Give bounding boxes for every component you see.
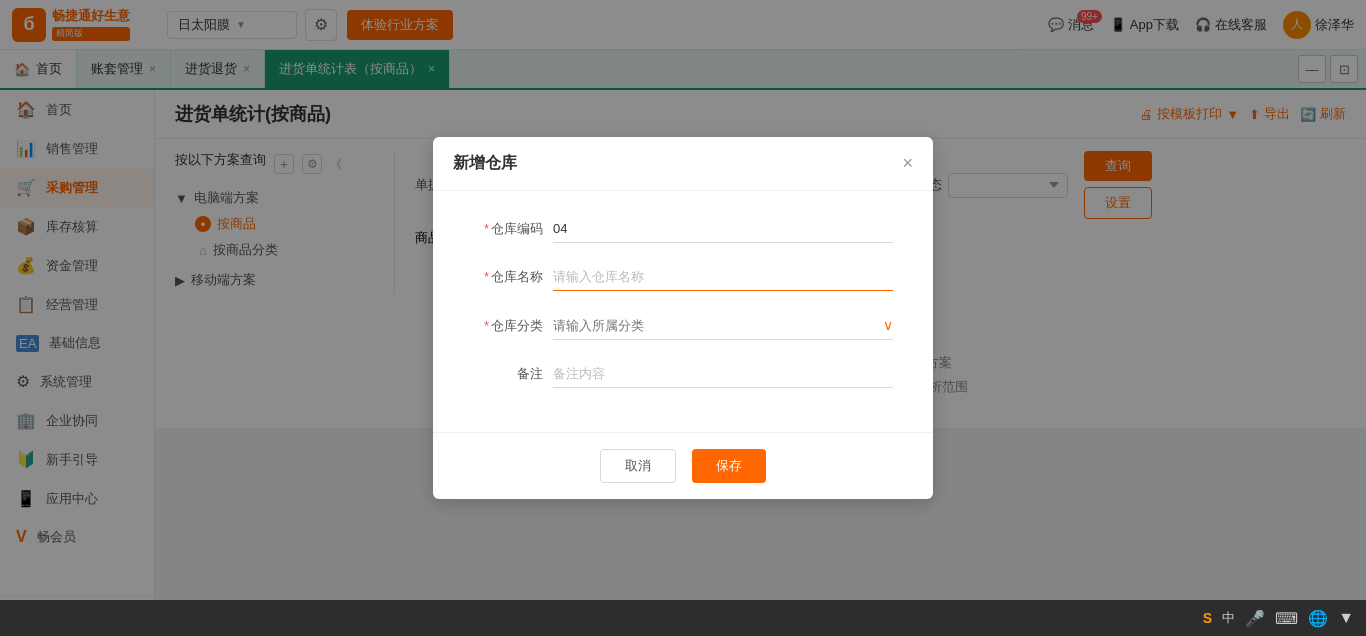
modal-body: 仓库编码 仓库名称 仓库分类 ∨ 备注 [433,191,933,432]
modal-close-icon[interactable]: × [902,153,913,174]
code-input[interactable] [553,215,893,243]
category-dropdown-icon: ∨ [883,317,893,333]
toolbar-icon[interactable]: ▼ [1338,609,1354,627]
form-row-name: 仓库名称 [473,263,893,291]
remark-label: 备注 [473,365,543,383]
keyboard-icon[interactable]: ⌨ [1275,609,1298,628]
modal-footer: 取消 保存 [433,432,933,499]
cancel-button[interactable]: 取消 [600,449,676,483]
save-button[interactable]: 保存 [692,449,766,483]
remark-input[interactable] [553,360,893,388]
form-row-code: 仓库编码 [473,215,893,243]
mic-icon[interactable]: 🎤 [1245,609,1265,628]
modal-title: 新增仓库 [453,153,517,174]
form-row-remark: 备注 [473,360,893,388]
globe-icon[interactable]: 🌐 [1308,609,1328,628]
category-select-row[interactable]: ∨ [553,311,893,340]
form-row-category: 仓库分类 ∨ [473,311,893,340]
category-input[interactable] [553,318,883,333]
category-label: 仓库分类 [473,317,543,335]
bottom-bar: S 中 🎤 ⌨ 🌐 ▼ [0,600,1366,636]
add-warehouse-modal: 新增仓库 × 仓库编码 仓库名称 仓库分类 ∨ [433,137,933,499]
modal-header: 新增仓库 × [433,137,933,191]
modal-overlay: 新增仓库 × 仓库编码 仓库名称 仓库分类 ∨ [0,0,1366,636]
code-label: 仓库编码 [473,220,543,238]
name-label: 仓库名称 [473,268,543,286]
shurufa-icon[interactable]: S [1203,610,1212,626]
name-input[interactable] [553,263,893,291]
shurufa-label[interactable]: 中 [1222,609,1235,627]
